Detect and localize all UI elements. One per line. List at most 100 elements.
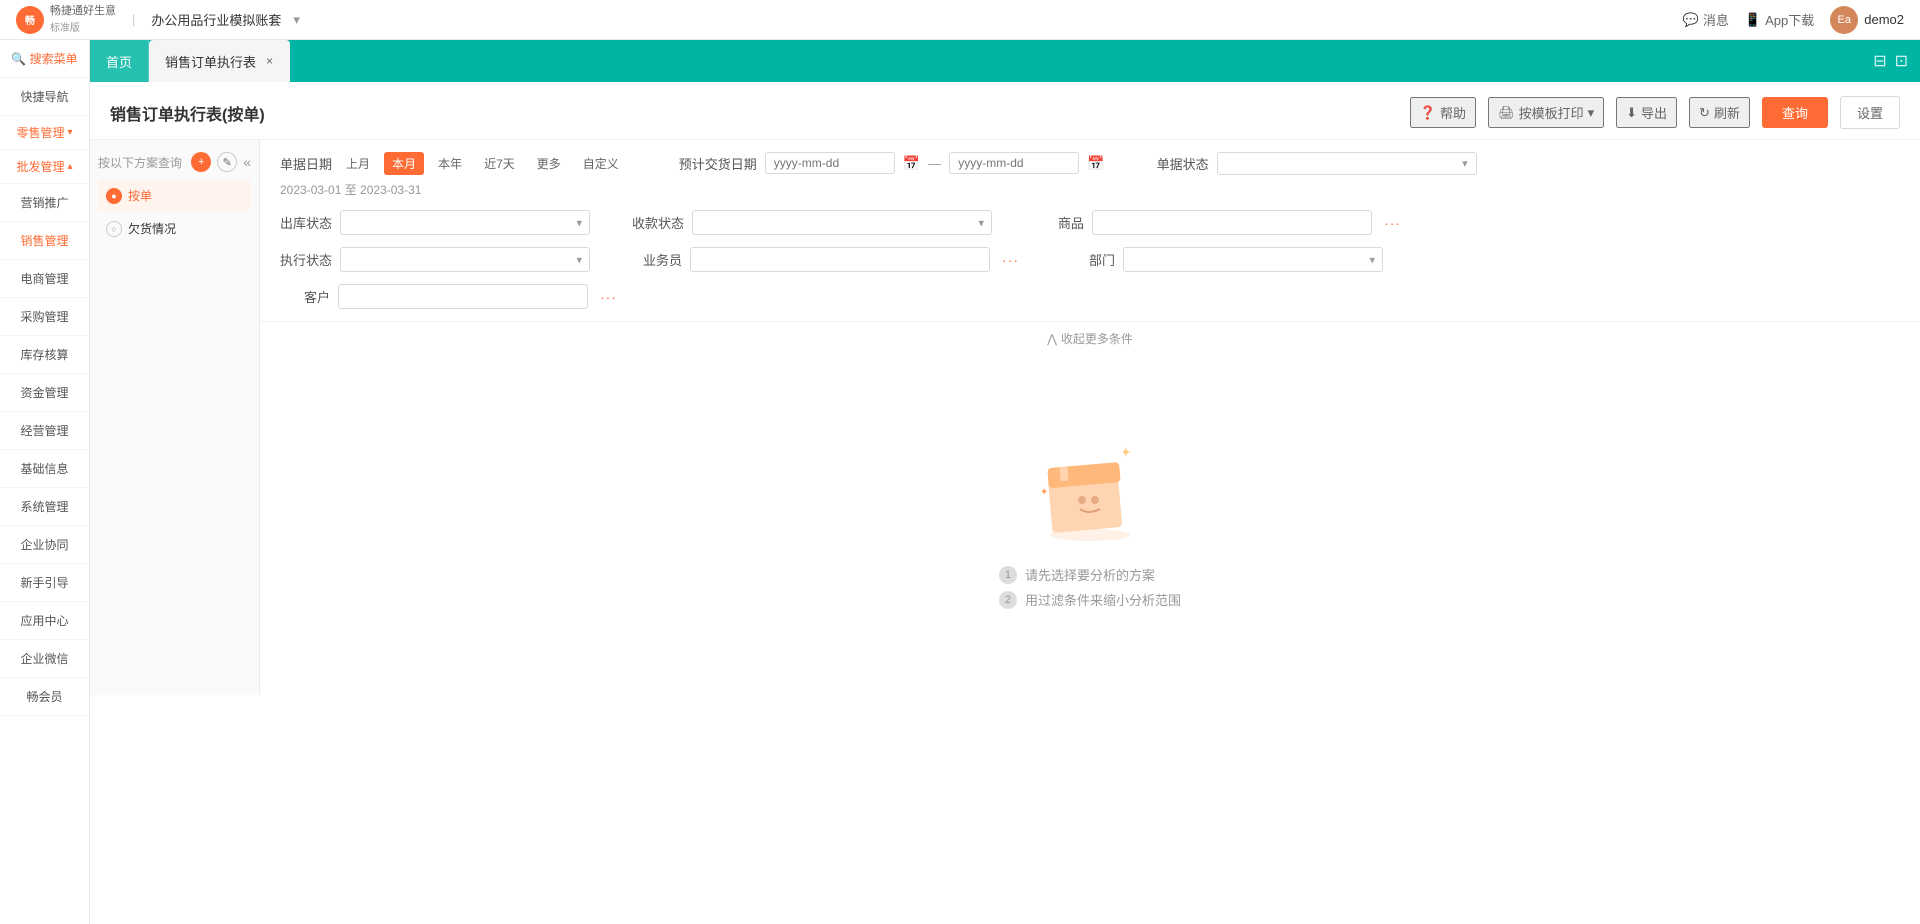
sidebar-item-basic[interactable]: 基础信息 bbox=[0, 450, 89, 488]
sidebar-item-newbie[interactable]: 新手引导 bbox=[0, 564, 89, 602]
customer-label: 客户 bbox=[280, 287, 330, 306]
collapse-btn[interactable]: ⋀ 收起更多条件 bbox=[260, 321, 1920, 355]
cal-from-icon[interactable]: 📅 bbox=[903, 155, 920, 172]
sidebar-item-operations[interactable]: 经营管理 bbox=[0, 412, 89, 450]
sidebar-item-inventory[interactable]: 库存核算 bbox=[0, 336, 89, 374]
user-menu[interactable]: Ea demo2 bbox=[1830, 6, 1904, 34]
logo-text: 畅捷通好生意 bbox=[50, 5, 116, 18]
step1-text: 请先选择要分析的方案 bbox=[1025, 565, 1155, 584]
scheme-dot-order: ● bbox=[106, 188, 122, 204]
message-icon: 💬 bbox=[1683, 12, 1699, 28]
receive-select[interactable] bbox=[692, 210, 992, 235]
salesman-input[interactable] bbox=[690, 247, 990, 272]
cur-month-btn[interactable]: 本月 bbox=[384, 152, 424, 175]
print-icon: 🖨 bbox=[1498, 105, 1515, 121]
status-select[interactable]: ▾ bbox=[1217, 152, 1477, 175]
sidebar-item-retail[interactable]: 零售管理 ▾ bbox=[0, 116, 89, 150]
step2-num: 2 bbox=[999, 591, 1017, 609]
custom-date-btn[interactable]: 自定义 bbox=[575, 152, 627, 175]
chevron-down-icon: ▾ bbox=[67, 127, 72, 138]
cur-year-btn[interactable]: 本年 bbox=[430, 152, 470, 175]
salesman-more-btn[interactable]: ··· bbox=[998, 252, 1023, 268]
sidebar-item-finance[interactable]: 资金管理 bbox=[0, 374, 89, 412]
search-icon: 🔍 bbox=[11, 52, 26, 66]
receive-select-wrapper bbox=[692, 210, 992, 235]
sidebar-quick-nav[interactable]: 快捷导航 bbox=[0, 78, 89, 116]
sidebar-item-appstore[interactable]: 应用中心 bbox=[0, 602, 89, 640]
execute-select-wrapper bbox=[340, 247, 590, 272]
outstock-label: 出库状态 bbox=[280, 213, 332, 232]
empty-steps: 1 请先选择要分析的方案 2 用过滤条件来缩小分析范围 bbox=[999, 565, 1181, 615]
chevron-up-icon: ▴ bbox=[67, 161, 72, 172]
outstock-select-wrapper bbox=[340, 210, 590, 235]
scheme-label-order: 按单 bbox=[128, 187, 152, 204]
date-dash: — bbox=[928, 156, 941, 171]
step1-num: 1 bbox=[999, 566, 1017, 584]
more-date-btn[interactable]: 更多 bbox=[529, 152, 569, 175]
salesman-label: 业务员 bbox=[632, 250, 682, 269]
goods-label: 商品 bbox=[1034, 213, 1084, 232]
export-btn[interactable]: ⬇ 导出 bbox=[1616, 97, 1677, 128]
dept-select-wrapper bbox=[1123, 247, 1383, 272]
expected-date-label: 预计交货日期 bbox=[679, 154, 757, 173]
help-btn[interactable]: ❓ 帮助 bbox=[1410, 97, 1476, 128]
page-title: 销售订单执行表(按单) bbox=[110, 101, 265, 125]
tab-close-btn[interactable]: × bbox=[266, 54, 273, 68]
empty-illustration: ✦ ✦ bbox=[1030, 435, 1150, 545]
date-label: 单据日期 bbox=[280, 154, 332, 173]
collapse-icon: ⋀ bbox=[1047, 332, 1057, 346]
app-title: 办公用品行业模拟账套 bbox=[151, 10, 281, 29]
sidebar-item-marketing[interactable]: 营销推广 bbox=[0, 184, 89, 222]
last-month-btn[interactable]: 上月 bbox=[338, 152, 378, 175]
tab-maximize-btn[interactable]: ⊡ bbox=[1895, 51, 1908, 71]
refresh-btn[interactable]: ↻ 刷新 bbox=[1689, 97, 1750, 128]
add-scheme-btn[interactable]: + bbox=[191, 152, 211, 172]
scheme-label-shortage: 欠货情况 bbox=[128, 220, 176, 237]
logo-icon: 畅 bbox=[16, 6, 44, 34]
tab-home[interactable]: 首页 bbox=[90, 40, 149, 82]
settings-btn[interactable]: 设置 bbox=[1840, 96, 1900, 129]
scheme-item-order[interactable]: ● 按单 bbox=[98, 180, 251, 211]
sidebar-item-purchase[interactable]: 采购管理 bbox=[0, 298, 89, 336]
message-btn[interactable]: 💬 消息 bbox=[1683, 10, 1729, 29]
sidebar-item-sales[interactable]: 销售管理 bbox=[0, 222, 89, 260]
sidebar-search[interactable]: 🔍 搜索菜单 bbox=[0, 40, 89, 78]
expected-date-from[interactable] bbox=[765, 152, 895, 174]
svg-text:✦: ✦ bbox=[1040, 487, 1048, 498]
app-title-arrow: ▾ bbox=[293, 12, 300, 28]
customer-more-btn[interactable]: ··· bbox=[596, 289, 621, 305]
cal-to-icon[interactable]: 📅 bbox=[1087, 155, 1104, 172]
left-panel-title: 按以下方案查询 bbox=[98, 154, 182, 171]
goods-input[interactable] bbox=[1092, 210, 1372, 235]
sidebar-item-wholesale[interactable]: 批发管理 ▴ bbox=[0, 150, 89, 184]
expected-date-to[interactable] bbox=[949, 152, 1079, 174]
export-icon: ⬇ bbox=[1626, 105, 1637, 121]
app-download-btn[interactable]: 📱 App下载 bbox=[1745, 10, 1814, 29]
scheme-dot-shortage: ○ bbox=[106, 221, 122, 237]
execute-select[interactable] bbox=[340, 247, 590, 272]
refresh-icon: ↻ bbox=[1699, 105, 1710, 121]
sidebar-item-enterprise[interactable]: 企业协同 bbox=[0, 526, 89, 564]
tab-sales-order[interactable]: 销售订单执行表 × bbox=[149, 40, 290, 82]
print-btn[interactable]: 🖨 按模板打印 ▾ bbox=[1488, 97, 1604, 128]
sidebar-item-ecommerce[interactable]: 电商管理 bbox=[0, 260, 89, 298]
date-range-text: 2023-03-01 至 2023-03-31 bbox=[280, 181, 421, 198]
edit-scheme-btn[interactable]: ✎ bbox=[217, 152, 237, 172]
status-chevron-icon: ▾ bbox=[1462, 157, 1468, 170]
help-icon: ❓ bbox=[1420, 105, 1436, 121]
sidebar-item-system[interactable]: 系统管理 bbox=[0, 488, 89, 526]
dept-select[interactable] bbox=[1123, 247, 1383, 272]
svg-text:✦: ✦ bbox=[1120, 444, 1132, 460]
status-label: 单据状态 bbox=[1157, 154, 1209, 173]
scheme-item-shortage[interactable]: ○ 欠货情况 bbox=[98, 213, 251, 244]
query-btn[interactable]: 查询 bbox=[1762, 97, 1828, 128]
collapse-panel-btn[interactable]: « bbox=[243, 154, 251, 170]
sidebar-item-vip[interactable]: 畅会员 bbox=[0, 678, 89, 716]
tab-minimize-btn[interactable]: ⊟ bbox=[1873, 51, 1886, 71]
sidebar-item-wechat[interactable]: 企业微信 bbox=[0, 640, 89, 678]
goods-more-btn[interactable]: ··· bbox=[1380, 215, 1405, 231]
dept-label: 部门 bbox=[1065, 250, 1115, 269]
outstock-select[interactable] bbox=[340, 210, 590, 235]
last7days-btn[interactable]: 近7天 bbox=[476, 152, 523, 175]
customer-input[interactable] bbox=[338, 284, 588, 309]
